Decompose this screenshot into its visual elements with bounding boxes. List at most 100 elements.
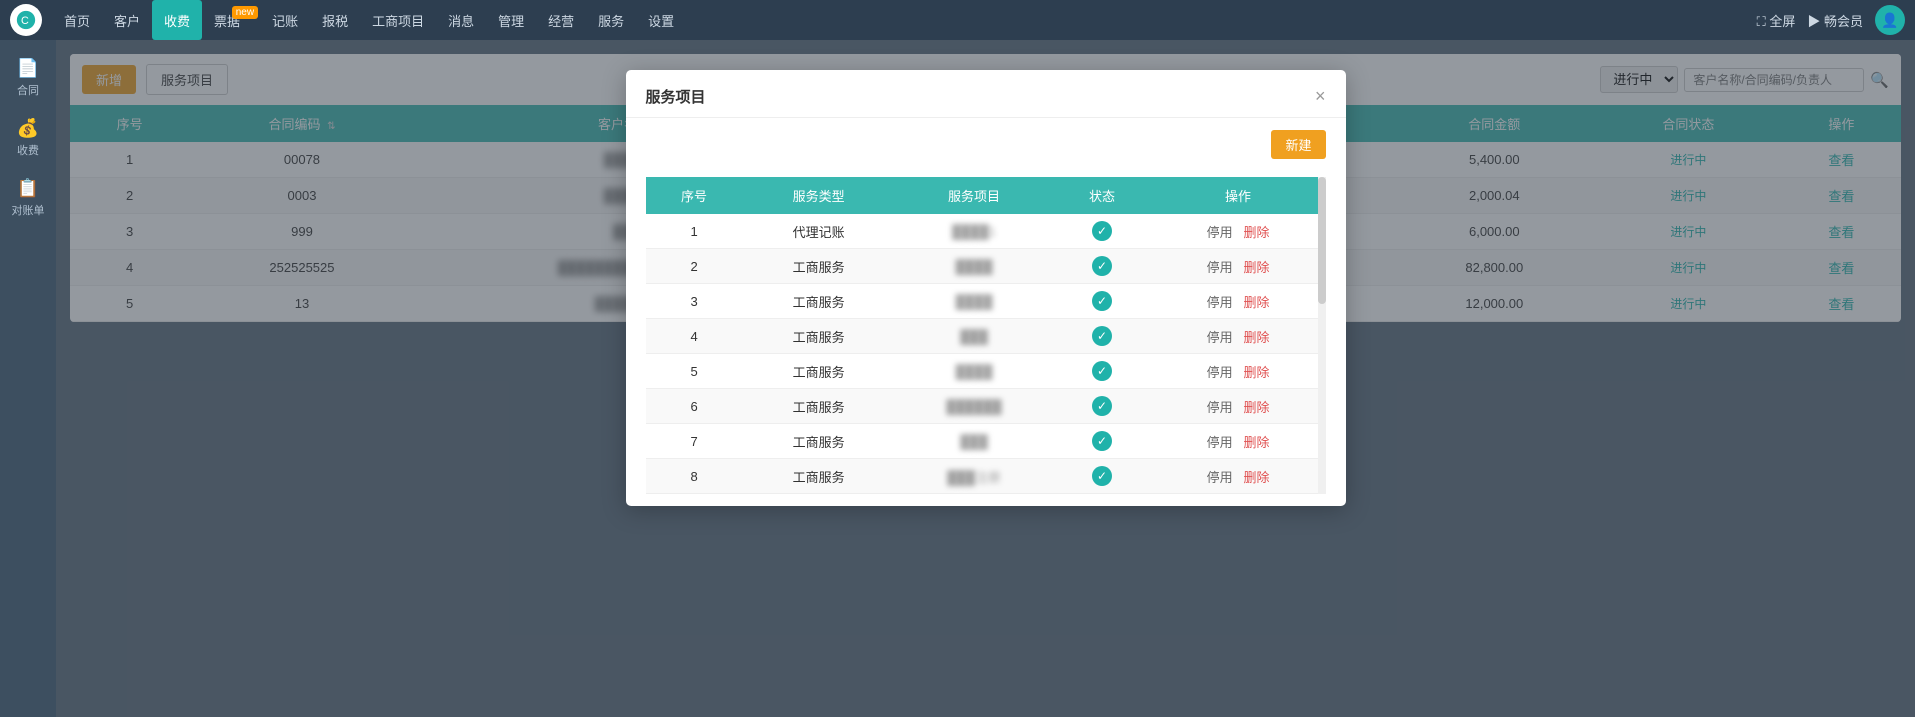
modal-cell-action: 停用 删除 <box>1151 319 1326 354</box>
modal-scrollbar[interactable] <box>1318 177 1326 494</box>
stop-button[interactable]: 停用 <box>1207 365 1233 380</box>
modal-cell-status: ✓ <box>1053 354 1150 389</box>
modal-cell-id: 2 <box>646 249 743 284</box>
modal-cell-type: 工商服务 <box>743 249 895 284</box>
modal-close-button[interactable]: × <box>1315 86 1326 107</box>
sidebar-item-contract[interactable]: 📄 合同 <box>3 50 53 106</box>
modal-cell-status: ✓ <box>1053 284 1150 319</box>
nav-message[interactable]: 消息 <box>436 0 486 40</box>
modal-service-table: 序号 服务类型 服务项目 状态 操作 1 代理记账 ████1 ✓ 停用 <box>646 177 1326 494</box>
stop-button[interactable]: 停用 <box>1207 330 1233 345</box>
modal-cell-action: 停用 删除 <box>1151 354 1326 389</box>
delete-button[interactable]: 删除 <box>1243 400 1269 415</box>
delete-button[interactable]: 删除 <box>1243 330 1269 345</box>
modal-body: 新建 序号 服务类型 服务项目 状态 操作 <box>626 118 1346 506</box>
modal-cell-item: ███注册 <box>895 459 1054 494</box>
nav-customer[interactable]: 客户 <box>102 0 152 40</box>
modal-title: 服务项目 <box>646 86 706 107</box>
modal-cell-id: 1 <box>646 214 743 249</box>
nav-invoice[interactable]: 票据 new <box>202 0 260 40</box>
stop-button[interactable]: 停用 <box>1207 295 1233 310</box>
modal-cell-status: ✓ <box>1053 459 1150 494</box>
nav-home[interactable]: 首页 <box>52 0 102 40</box>
modal-cell-item: ███ <box>895 319 1054 354</box>
fee-icon: 💰 <box>17 118 39 139</box>
modal-cell-id: 8 <box>646 459 743 494</box>
nav-manage[interactable]: 管理 <box>486 0 536 40</box>
delete-button[interactable]: 删除 <box>1243 470 1269 485</box>
sidebar: 📄 合同 💰 收费 📋 对账单 <box>0 40 56 717</box>
modal-table-wrap: 序号 服务类型 服务项目 状态 操作 1 代理记账 ████1 ✓ 停用 <box>646 177 1326 494</box>
stop-button[interactable]: 停用 <box>1207 400 1233 415</box>
modal-table-row: 7 工商服务 ███ ✓ 停用 删除 <box>646 424 1326 459</box>
modal-table-row: 5 工商服务 ████ ✓ 停用 删除 <box>646 354 1326 389</box>
modal-new-button[interactable]: 新建 <box>1271 130 1325 159</box>
delete-button[interactable]: 删除 <box>1243 260 1269 275</box>
nav-tax[interactable]: 报税 <box>310 0 360 40</box>
app-logo: C <box>10 4 42 36</box>
modal-cell-item: ████1 <box>895 214 1054 249</box>
modal-cell-type: 工商服务 <box>743 459 895 494</box>
member-btn[interactable]: ▶ 畅会员 <box>1807 11 1863 30</box>
modal-table-row: 3 工商服务 ████ ✓ 停用 删除 <box>646 284 1326 319</box>
new-badge: new <box>232 6 258 19</box>
status-check-icon: ✓ <box>1092 291 1112 311</box>
status-check-icon: ✓ <box>1092 256 1112 276</box>
status-check-icon: ✓ <box>1092 221 1112 241</box>
sidebar-statement-label: 对账单 <box>12 202 45 218</box>
status-check-icon: ✓ <box>1092 326 1112 346</box>
modal-cell-type: 代理记账 <box>743 214 895 249</box>
modal-cell-type: 工商服务 <box>743 424 895 459</box>
delete-button[interactable]: 删除 <box>1243 435 1269 450</box>
modal-cell-type: 工商服务 <box>743 354 895 389</box>
modal-cell-status: ✓ <box>1053 249 1150 284</box>
modal-cell-action: 停用 删除 <box>1151 459 1326 494</box>
user-avatar[interactable]: 👤 <box>1875 5 1905 35</box>
delete-button[interactable]: 删除 <box>1243 365 1269 380</box>
modal-table-row: 2 工商服务 ████ ✓ 停用 删除 <box>646 249 1326 284</box>
nav-service[interactable]: 服务 <box>586 0 636 40</box>
main-layout: 📄 合同 💰 收费 📋 对账单 新增 服务项目 进行中 已完成 已终止 <box>0 40 1915 717</box>
svg-text:C: C <box>21 15 29 27</box>
modal-cell-action: 停用 删除 <box>1151 249 1326 284</box>
modal-scrollbar-thumb[interactable] <box>1318 177 1326 304</box>
nav-bookkeeping[interactable]: 记账 <box>260 0 310 40</box>
delete-button[interactable]: 删除 <box>1243 295 1269 310</box>
sidebar-fee-label: 收费 <box>17 142 39 158</box>
nav-operation[interactable]: 经营 <box>536 0 586 40</box>
modal-table-row: 4 工商服务 ███ ✓ 停用 删除 <box>646 319 1326 354</box>
status-check-icon: ✓ <box>1092 431 1112 451</box>
statement-icon: 📋 <box>17 178 39 199</box>
sidebar-item-statement[interactable]: 📋 对账单 <box>3 170 53 226</box>
modal-cell-status: ✓ <box>1053 424 1150 459</box>
modal-cell-status: ✓ <box>1053 319 1150 354</box>
stop-button[interactable]: 停用 <box>1207 470 1233 485</box>
modal-cell-status: ✓ <box>1053 214 1150 249</box>
modal-overlay: 服务项目 × 新建 序号 服务类型 服务项目 <box>56 40 1915 717</box>
modal-cell-status: ✓ <box>1053 389 1150 424</box>
stop-button[interactable]: 停用 <box>1207 225 1233 240</box>
modal-cell-id: 5 <box>646 354 743 389</box>
modal-cell-id: 7 <box>646 424 743 459</box>
fullscreen-btn[interactable]: ⛶ 全屏 <box>1757 11 1796 30</box>
modal-cell-item: ████ <box>895 249 1054 284</box>
stop-button[interactable]: 停用 <box>1207 260 1233 275</box>
nav-business[interactable]: 工商项目 <box>360 0 436 40</box>
modal-cell-action: 停用 删除 <box>1151 389 1326 424</box>
modal-cell-action: 停用 删除 <box>1151 214 1326 249</box>
modal-cell-type: 工商服务 <box>743 389 895 424</box>
modal-col-action: 操作 <box>1151 177 1326 214</box>
modal-cell-item: ██████ <box>895 389 1054 424</box>
modal-col-item: 服务项目 <box>895 177 1054 214</box>
stop-button[interactable]: 停用 <box>1207 435 1233 450</box>
modal-cell-type: 工商服务 <box>743 284 895 319</box>
modal-cell-action: 停用 删除 <box>1151 424 1326 459</box>
sidebar-item-fee[interactable]: 💰 收费 <box>3 110 53 166</box>
status-check-icon: ✓ <box>1092 396 1112 416</box>
status-check-icon: ✓ <box>1092 361 1112 381</box>
modal-col-type: 服务类型 <box>743 177 895 214</box>
nav-fee[interactable]: 收费 <box>152 0 202 40</box>
sidebar-contract-label: 合同 <box>17 82 39 98</box>
delete-button[interactable]: 删除 <box>1243 225 1269 240</box>
nav-settings[interactable]: 设置 <box>636 0 686 40</box>
